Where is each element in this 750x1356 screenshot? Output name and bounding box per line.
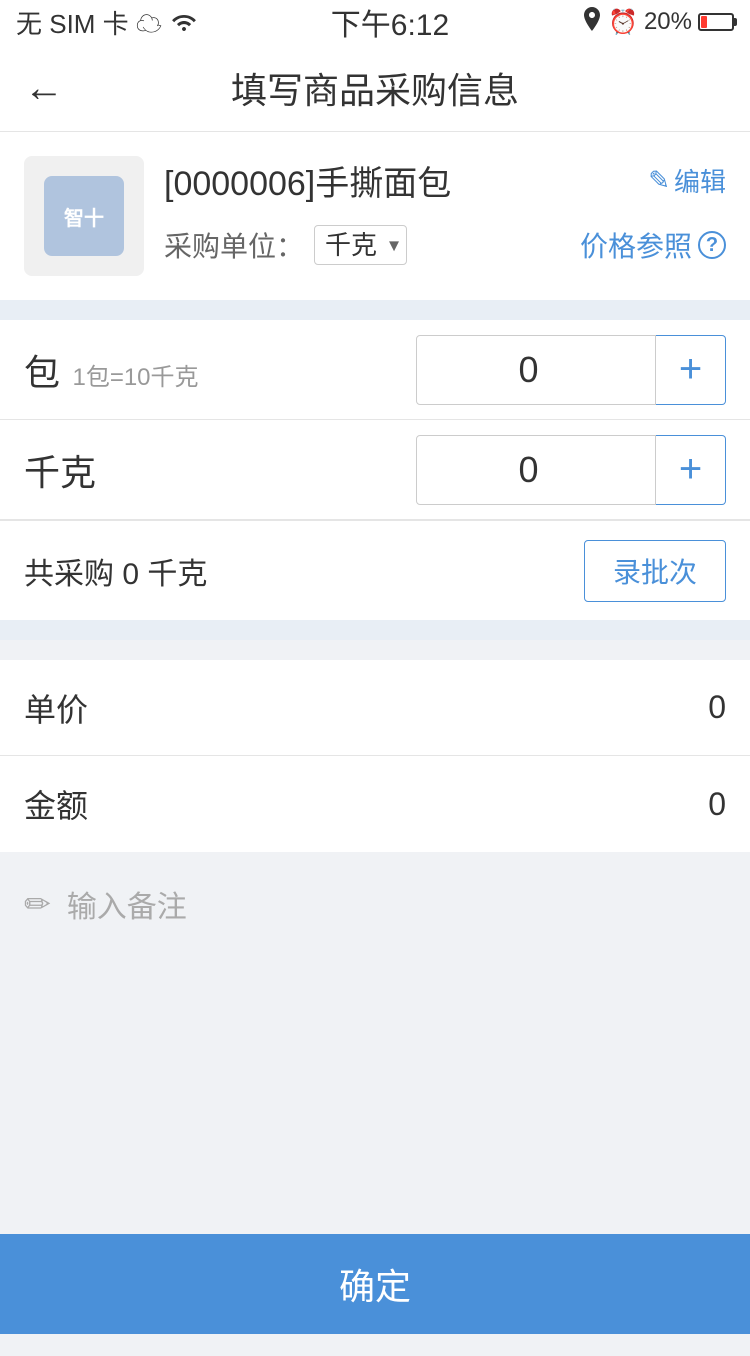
unit-label: 采购单位： [164,225,304,265]
section-divider-2 [0,620,750,640]
status-time: 下午6:12 [331,0,449,44]
section-divider-1 [0,300,750,320]
product-image: 智十 [24,156,144,276]
unit-price-label: 单价 [24,685,88,731]
price-ref-label: 价格参照 [580,225,692,265]
input-section: 包 1包=10千克 + 千克 + 共采购 0 千克 录批次 [0,320,750,620]
kg-plus-button[interactable]: + [656,435,726,505]
help-icon: ? [698,231,726,259]
price-ref-button[interactable]: 价格参照 ? [580,225,726,265]
product-card: 智十 [0000006]手撕面包 ✎ 编辑 采购单位： 千克 包 [0,132,750,300]
product-name-row: [0000006]手撕面包 ✎ 编辑 [164,156,726,205]
amount-value: 0 [708,786,726,823]
bao-sublabel: 1包=10千克 [72,364,198,391]
unit-price-value: 0 [708,689,726,726]
product-name: [0000006]手撕面包 [164,156,451,205]
pencil-icon: ✏ [24,885,51,923]
price-section: 单价 0 金额 0 [0,660,750,852]
alarm-icon: ⏰ [608,8,638,37]
location-icon [582,7,602,38]
total-row: 共采购 0 千克 录批次 [0,520,750,620]
confirm-bar[interactable]: 确定 [0,1234,750,1334]
unit-row: 采购单位： 千克 包 价格参照 ? [164,225,726,265]
bao-label-group: 包 1包=10千克 [24,344,199,396]
bao-input[interactable] [416,335,656,405]
status-bar: 无 SIM 卡 ☁ 下午6:12 ⏰ 20% [0,0,750,44]
battery-percent: 20% [644,8,692,36]
back-button[interactable]: ← [24,68,64,108]
amount-row: 金额 0 [0,756,750,852]
unit-price-row: 单价 0 [0,660,750,756]
content-spacer [0,956,750,1256]
bao-input-row: 包 1包=10千克 + [0,320,750,420]
kg-input-row: 千克 + [0,420,750,520]
bao-plus-button[interactable]: + [656,335,726,405]
unit-left: 采购单位： 千克 包 [164,225,407,265]
page-title: 填写商品采购信息 [231,62,519,114]
edit-button[interactable]: ✎ 编辑 [648,162,726,199]
unit-select[interactable]: 千克 包 [314,225,407,265]
status-left: 无 SIM 卡 ☁ [16,4,198,41]
kg-input[interactable] [416,435,656,505]
unit-select-wrap[interactable]: 千克 包 [314,225,407,265]
batch-button[interactable]: 录批次 [584,540,726,602]
product-logo: 智十 [44,176,124,256]
confirm-button[interactable]: 确定 [339,1258,411,1310]
amount-label: 金额 [24,781,88,827]
network-status: 无 SIM 卡 ☁ [16,4,162,41]
bao-label: 包 [24,352,60,393]
product-info: [0000006]手撕面包 ✎ 编辑 采购单位： 千克 包 价格参照 ? [164,156,726,265]
nav-bar: ← 填写商品采购信息 [0,44,750,132]
status-right: ⏰ 20% [582,7,734,38]
note-placeholder: 输入备注 [67,882,187,926]
note-section[interactable]: ✏ 输入备注 [0,852,750,956]
total-label: 共采购 0 千克 [24,549,207,593]
bao-input-right: + [416,335,726,405]
wifi-icon [170,7,198,38]
edit-icon: ✎ [648,165,670,196]
battery-icon [698,13,734,31]
kg-label: 千克 [24,444,96,496]
kg-input-right: + [416,435,726,505]
